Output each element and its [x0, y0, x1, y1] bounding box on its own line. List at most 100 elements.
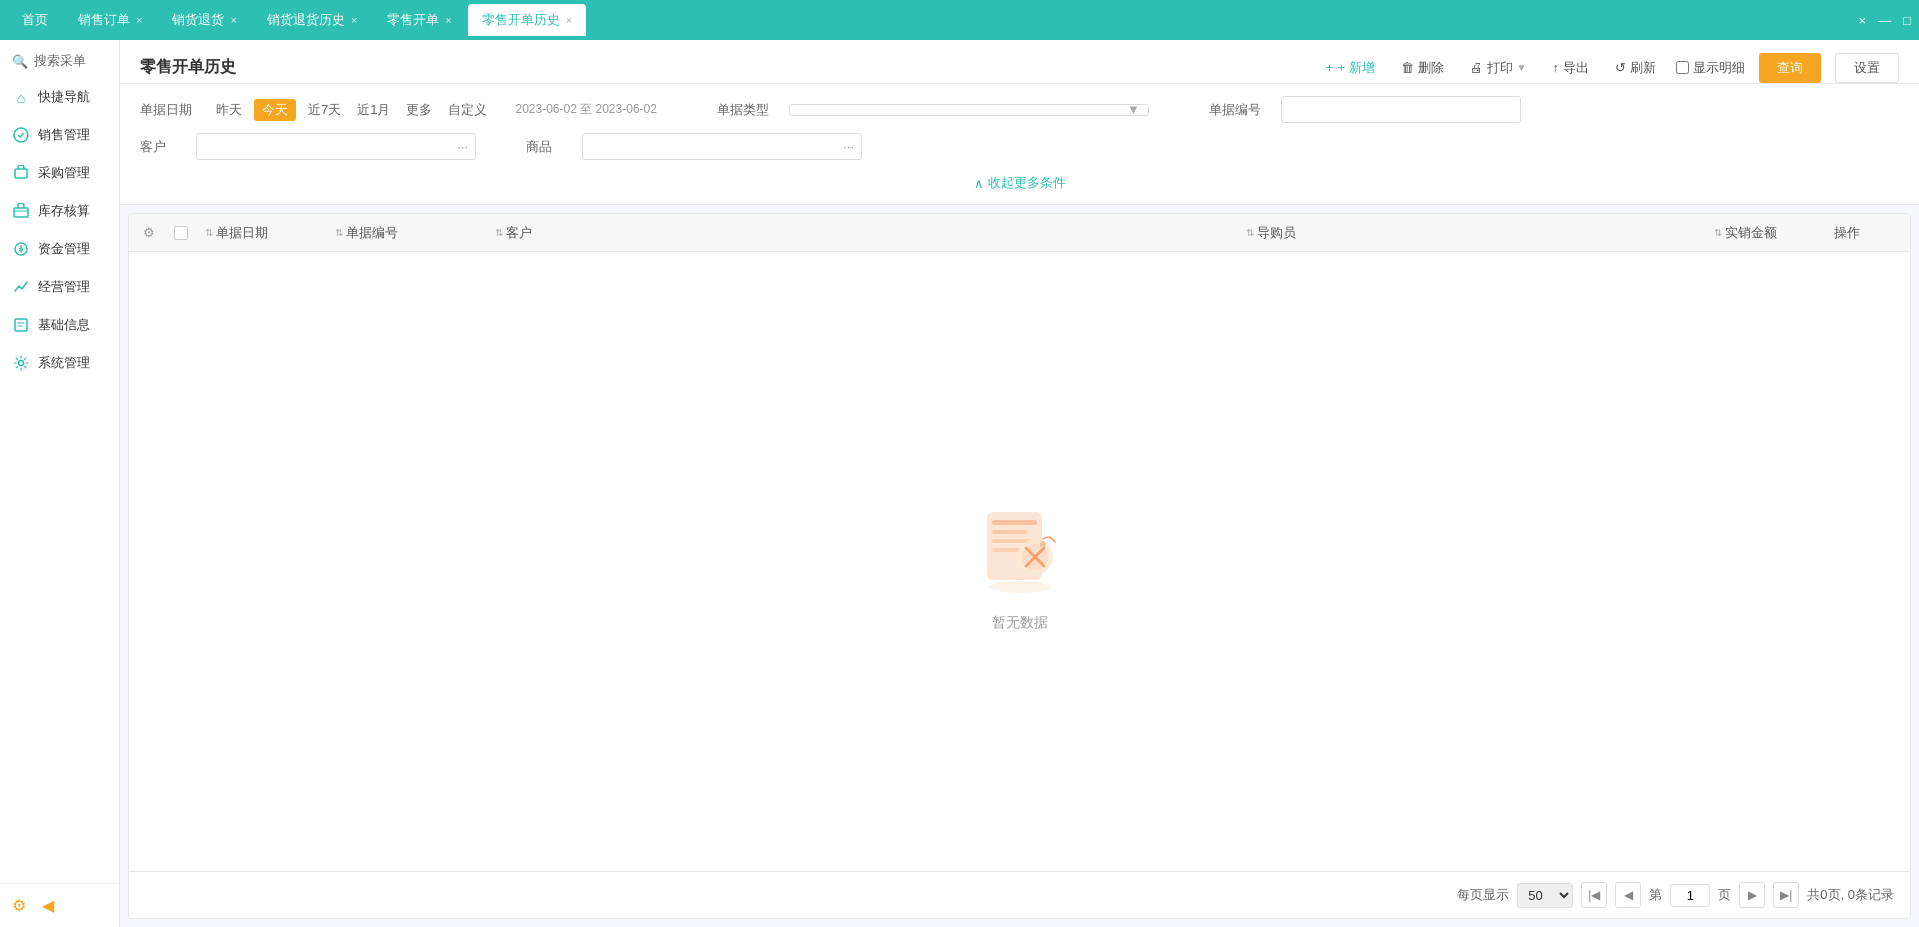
purchase-icon [12, 164, 30, 182]
customer-input[interactable] [196, 133, 476, 160]
sidebar-item-label: 经营管理 [38, 278, 90, 296]
tab-sales-return-label: 销货退货 [172, 11, 224, 29]
refresh-button[interactable]: ↺ 刷新 [1609, 55, 1662, 81]
sidebar-item-label: 基础信息 [38, 316, 90, 334]
sidebar-item-system[interactable]: 系统管理 [0, 344, 119, 382]
plus-icon: + [1326, 60, 1334, 75]
doc-num-input[interactable] [1281, 96, 1521, 123]
query-button[interactable]: 查询 [1759, 53, 1821, 83]
date-opt-yesterday[interactable]: 昨天 [212, 99, 246, 121]
filter-collapse-btn[interactable]: ∧ 收起更多条件 [140, 170, 1899, 196]
header-checkbox[interactable] [174, 226, 188, 240]
th-num-sort-icon[interactable]: ⇅ [335, 227, 343, 238]
settings-bottom-icon[interactable]: ⚙ [12, 896, 26, 915]
tab-sales-return[interactable]: 销货退货 × [158, 4, 250, 36]
nav-close-btn[interactable]: × [1859, 13, 1867, 28]
tab-sales-order-close[interactable]: × [136, 14, 142, 26]
date-opt-more[interactable]: 更多 [402, 99, 436, 121]
sidebar-item-purchase[interactable]: 采购管理 [0, 154, 119, 192]
collapse-sidebar-icon[interactable]: ◀ [42, 896, 54, 915]
prev-page-btn[interactable]: ◀ [1615, 882, 1641, 908]
collapse-icon: ∧ [974, 176, 984, 191]
th-salesperson-sort-icon[interactable]: ⇅ [1246, 227, 1254, 238]
print-arrow-icon: ▼ [1517, 62, 1527, 73]
print-button[interactable]: 🖨 打印 ▼ [1464, 55, 1533, 81]
tab-sales-return-history[interactable]: 销货退货历史 × [253, 4, 371, 36]
customer-wrap: ··· [196, 133, 476, 160]
sidebar-item-label: 快捷导航 [38, 88, 90, 106]
th-salesperson: ⇅ 导购员 [1238, 224, 1338, 242]
page-header: 零售开单历史 + + 新增 🗑 删除 🖨 打印 ▼ [120, 40, 1919, 84]
goods-input[interactable] [582, 133, 862, 160]
print-icon: 🖨 [1470, 60, 1483, 75]
th-checkbox[interactable] [165, 226, 197, 240]
top-nav-right: × — □ [1859, 13, 1911, 28]
goods-dots-icon[interactable]: ··· [843, 139, 854, 154]
customer-dots-icon[interactable]: ··· [457, 139, 468, 154]
th-amount-sort-icon[interactable]: ⇅ [1714, 227, 1722, 238]
page-number-input[interactable] [1670, 884, 1710, 907]
date-opt-today[interactable]: 今天 [254, 99, 296, 121]
new-button[interactable]: + + 新增 [1320, 55, 1381, 81]
sidebar-item-inventory[interactable]: 库存核算 [0, 192, 119, 230]
nav-tabs: 首页 销售订单 × 销货退货 × 销货退货历史 × 零售开单 × 零售开单历史 … [8, 4, 1859, 36]
export-label: 导出 [1563, 59, 1589, 77]
doc-type-arrow-icon: ▼ [1127, 102, 1140, 117]
date-opt-1month[interactable]: 近1月 [353, 99, 394, 121]
svg-rect-4 [15, 319, 27, 331]
tab-retail-open-close[interactable]: × [445, 14, 451, 26]
sidebar-item-quick-nav[interactable]: ⌂ 快捷导航 [0, 78, 119, 116]
sidebar-item-sales[interactable]: 销售管理 [0, 116, 119, 154]
first-page-btn[interactable]: |◀ [1581, 882, 1607, 908]
date-range-display: 2023-06-02 至 2023-06-02 [515, 101, 656, 118]
page-size-select[interactable]: 50 10 20 100 [1517, 883, 1573, 908]
tab-sales-return-history-label: 销货退货历史 [267, 11, 345, 29]
date-opt-7days[interactable]: 近7天 [304, 99, 345, 121]
th-date-label: 单据日期 [216, 224, 268, 242]
refresh-label: 刷新 [1630, 59, 1656, 77]
sidebar: 🔍 搜索采单 ⌂ 快捷导航 销售管理 采购管理 [0, 40, 120, 927]
sidebar-bottom: ⚙ ◀ [0, 883, 119, 927]
tab-retail-history-close[interactable]: × [566, 14, 572, 26]
doc-type-label: 单据类型 [717, 101, 769, 119]
table-area: ⚙ ⇅ 单据日期 ⇅ 单据编号 ⇅ 客户 [128, 213, 1911, 919]
tab-sales-return-close[interactable]: × [230, 14, 236, 26]
svg-rect-9 [992, 530, 1027, 534]
display-detail-check[interactable] [1676, 61, 1689, 74]
system-icon [12, 354, 30, 372]
empty-text: 暂无数据 [992, 614, 1048, 632]
th-date-sort-icon[interactable]: ⇅ [205, 227, 213, 238]
total-info: 共0页, 0条记录 [1807, 886, 1894, 904]
next-page-btn[interactable]: ▶ [1739, 882, 1765, 908]
nav-maximize-btn[interactable]: □ [1903, 13, 1911, 28]
tab-retail-open[interactable]: 零售开单 × [373, 4, 465, 36]
sidebar-item-finance[interactable]: 资金管理 [0, 230, 119, 268]
display-detail-checkbox[interactable]: 显示明细 [1676, 59, 1745, 77]
base-info-icon [12, 316, 30, 334]
tab-home[interactable]: 首页 [8, 4, 62, 36]
sidebar-item-base-info[interactable]: 基础信息 [0, 306, 119, 344]
th-amount: ⇅ 实销金额 [1706, 224, 1826, 242]
th-settings-icon[interactable]: ⚙ [133, 225, 165, 240]
tab-sales-return-history-close[interactable]: × [351, 14, 357, 26]
th-customer-sort-icon[interactable]: ⇅ [495, 227, 503, 238]
sidebar-item-label: 系统管理 [38, 354, 90, 372]
th-action: 操作 [1826, 224, 1906, 242]
sidebar-item-operations[interactable]: 经营管理 [0, 268, 119, 306]
delete-button[interactable]: 🗑 删除 [1395, 55, 1450, 81]
sidebar-search-label: 搜索采单 [34, 52, 86, 70]
svg-rect-1 [15, 169, 27, 178]
doc-type-select[interactable]: ▼ [789, 104, 1149, 116]
last-page-btn[interactable]: ▶| [1773, 882, 1799, 908]
settings-button[interactable]: 设置 [1835, 53, 1899, 83]
page-title: 零售开单历史 [140, 57, 236, 78]
nav-minimize-btn[interactable]: — [1878, 13, 1891, 28]
toolbar: + + 新增 🗑 删除 🖨 打印 ▼ ↑ 导出 [1320, 53, 1899, 83]
inventory-icon [12, 202, 30, 220]
empty-illustration [965, 492, 1075, 602]
sidebar-search[interactable]: 🔍 搜索采单 [0, 40, 119, 78]
tab-retail-history[interactable]: 零售开单历史 × [468, 4, 586, 36]
tab-sales-order[interactable]: 销售订单 × [64, 4, 156, 36]
date-opt-custom[interactable]: 自定义 [444, 99, 491, 121]
export-button[interactable]: ↑ 导出 [1547, 55, 1596, 81]
